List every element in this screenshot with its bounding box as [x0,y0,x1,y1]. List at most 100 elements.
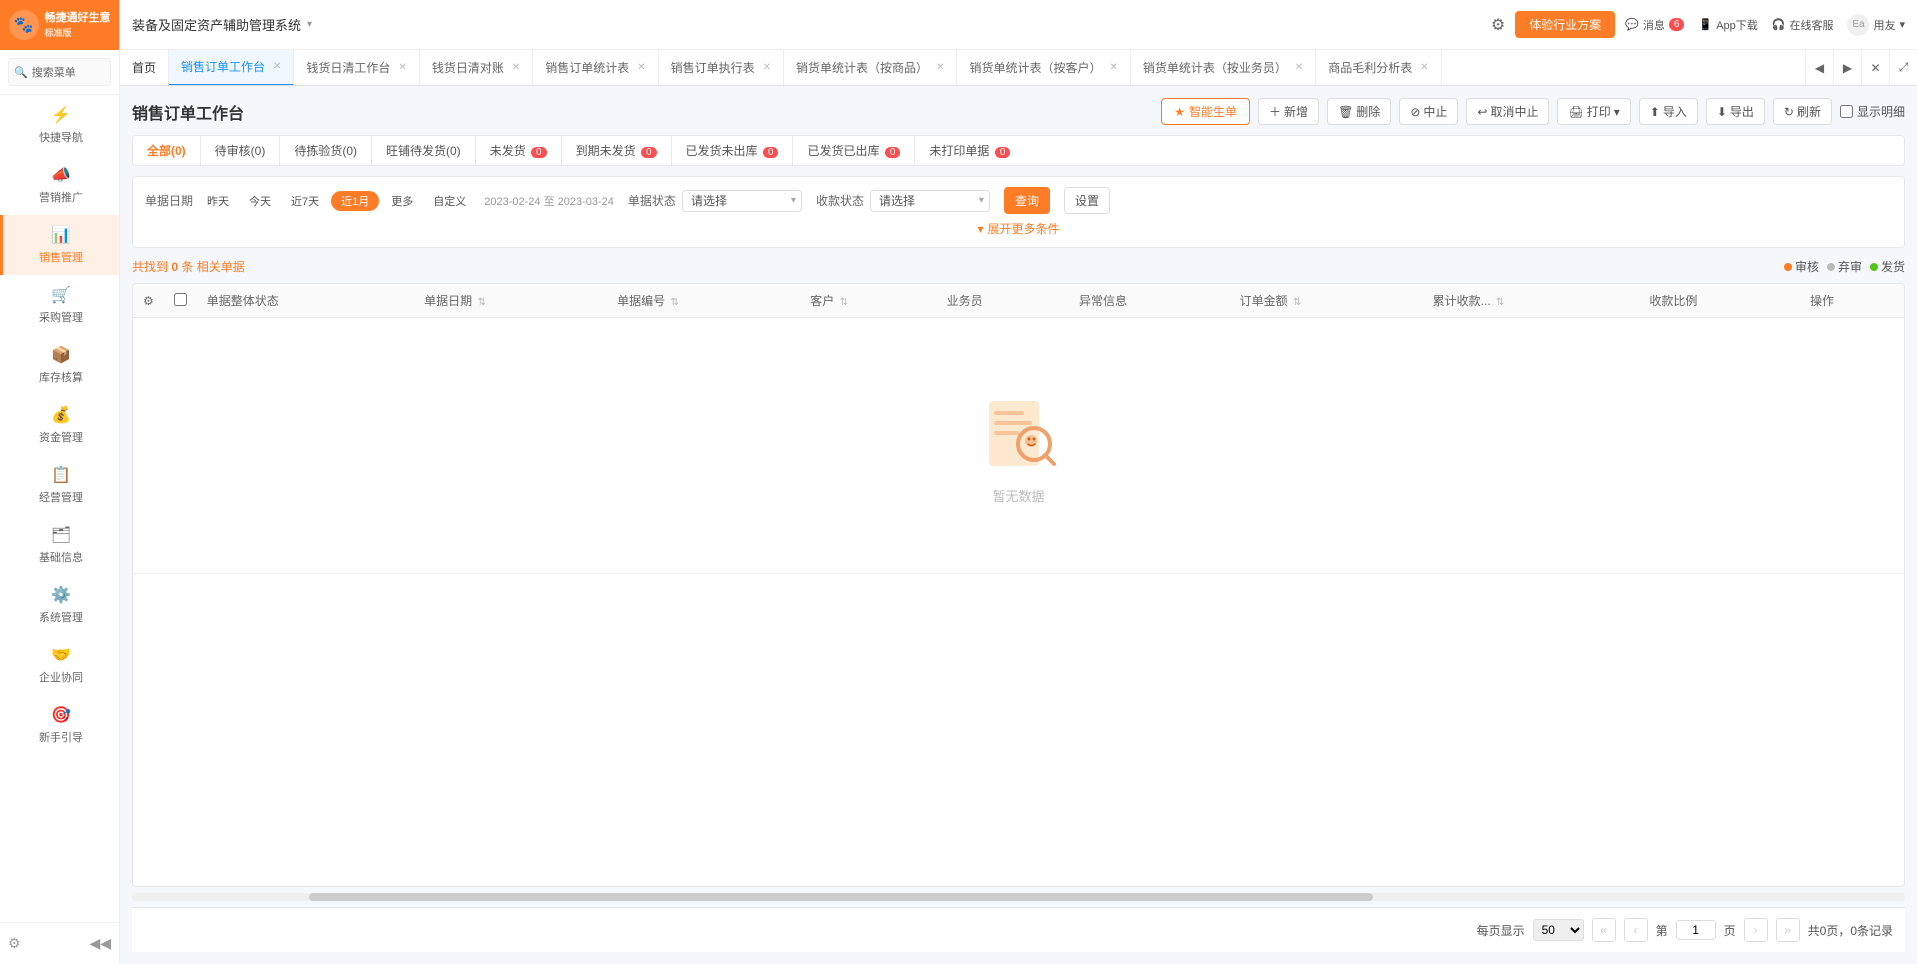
tab-sales-stats[interactable]: 销售订单统计表 ✕ [533,50,658,86]
subtab-expired-not-shipped[interactable]: 到期未发货 0 [562,136,672,165]
tab-sales-summary-staff[interactable]: 销货单统计表（按业务员） ✕ [1131,50,1316,86]
horizontal-scrollbar[interactable] [132,893,1905,901]
subtab-pending-inspect[interactable]: 待拣验货(0) [280,136,372,165]
prev-page-button[interactable]: ‹ [1624,918,1648,942]
th-amount[interactable]: 订单金额 ⇅ [1230,284,1423,318]
print-button[interactable]: 🖨 打印 ▾ [1557,98,1630,125]
tab-sales-exec[interactable]: 销售订单执行表 ✕ [659,50,784,86]
per-page-select[interactable]: 50 100 200 [1533,919,1584,941]
tab-prev-button[interactable]: ◀ [1805,50,1833,86]
tab-close-icon[interactable]: ✕ [1295,62,1303,73]
ship-dot-icon [1870,263,1878,271]
column-settings-icon[interactable]: ⚙ [143,294,154,308]
tab-sales-summary-product[interactable]: 销货单统计表（按商品） ✕ [784,50,957,86]
number-sort-icon: ⇅ [671,297,679,308]
th-number[interactable]: 单据编号 ⇅ [607,284,800,318]
date-1month-btn[interactable]: 近1月 [331,191,379,211]
sidebar-item-basic[interactable]: 🗂 基础信息 [0,515,119,575]
user-menu-button[interactable]: Ea 用友 ▾ [1847,14,1905,36]
sidebar-settings-icon[interactable]: ⚙ [8,935,21,952]
subtab-wangpu-pending[interactable]: 旺铺待发货(0) [372,136,476,165]
date-today-btn[interactable]: 今天 [241,191,279,211]
industry-solution-button[interactable]: 体验行业方案 [1515,11,1615,38]
sidebar-item-label: 采购管理 [39,309,83,325]
last-page-button[interactable]: » [1776,918,1800,942]
sidebar-item-sales[interactable]: 📊 销售管理 [0,215,119,275]
refresh-button[interactable]: ↻ 刷新 [1773,98,1832,125]
stop-button[interactable]: ⊘ 中止 [1399,98,1458,125]
import-button[interactable]: ⬆ 导入 [1639,98,1698,125]
subtab-all[interactable]: 全部(0) [133,136,201,165]
tab-home[interactable]: 首页 [120,50,169,86]
ship-button[interactable]: 发货 [1870,258,1905,275]
tab-close-icon[interactable]: ✕ [1109,62,1117,73]
online-service-button[interactable]: 🎧 在线客服 [1772,17,1834,33]
delete-button[interactable]: 🗑 删除 [1327,98,1391,125]
subtab-not-printed[interactable]: 未打印单据 0 [915,136,1024,165]
tab-close-icon[interactable]: ✕ [763,62,771,73]
select-all-checkbox[interactable] [174,293,187,306]
filter-settings-button[interactable]: 设置 [1064,187,1110,214]
th-received[interactable]: 累计收款... ⇅ [1423,284,1640,318]
tab-sales-order-workbench[interactable]: 销售订单工作台 ✕ [169,50,294,86]
show-detail-checkbox-label[interactable]: 显示明细 [1840,103,1905,120]
subtab-not-shipped[interactable]: 未发货 0 [476,136,562,165]
page-header: 销售订单工作台 ★ 智能生单 ＋ 新增 🗑 删除 ⊘ 中止 [132,98,1905,125]
th-checkbox[interactable] [164,284,197,318]
th-customer[interactable]: 客户 ⇅ [800,284,936,318]
sidebar-item-operation[interactable]: 📋 经营管理 [0,455,119,515]
tab-cash-daily[interactable]: 钱货日清工作台 ✕ [294,50,419,86]
smart-create-button[interactable]: ★ 智能生单 [1161,98,1250,125]
page-input[interactable] [1676,920,1716,940]
tab-maximize-button[interactable]: ⤢ [1889,50,1917,86]
tab-close-icon[interactable]: ✕ [398,62,406,73]
date-yesterday-btn[interactable]: 昨天 [199,191,237,211]
tab-close-icon[interactable]: ✕ [936,62,944,73]
sidebar-item-enterprise[interactable]: 🤝 企业协同 [0,635,119,695]
tab-close-icon[interactable]: ✕ [273,61,281,72]
tab-cash-reconcile[interactable]: 钱货日清对账 ✕ [420,50,533,86]
messages-button[interactable]: 💬 消息 6 [1625,17,1684,33]
th-date[interactable]: 单据日期 ⇅ [414,284,607,318]
sidebar-item-purchase[interactable]: 🛒 采购管理 [0,275,119,335]
tab-close-icon[interactable]: ✕ [637,62,645,73]
sidebar-item-finance[interactable]: 💰 资金管理 [0,395,119,455]
topbar-settings-icon[interactable]: ⚙ [1491,15,1505,35]
add-button[interactable]: ＋ 新增 [1258,98,1319,125]
sidebar-item-marketing[interactable]: 📣 营销推广 [0,155,119,215]
tab-sales-summary-customer[interactable]: 销货单统计表（按客户） ✕ [957,50,1130,86]
expand-filter-button[interactable]: ▾ 展开更多条件 [145,220,1892,237]
payment-select[interactable]: 请选择 [870,190,990,212]
tab-product-margin[interactable]: 商品毛利分析表 ✕ [1316,50,1441,86]
status-select[interactable]: 请选择 [682,190,802,212]
tab-close-icon[interactable]: ✕ [1420,62,1428,73]
show-detail-checkbox[interactable] [1840,105,1853,118]
cancel-stop-button[interactable]: ↩ 取消中止 [1466,98,1549,125]
subtab-shipped-out[interactable]: 已发货已出库 0 [793,136,915,165]
unaudit-button[interactable]: 弃审 [1827,258,1862,275]
th-settings[interactable]: ⚙ [133,284,164,318]
search-label: 搜索菜单 [32,64,76,80]
tab-next-button[interactable]: ▶ [1833,50,1861,86]
sidebar-item-inventory[interactable]: 📦 库存核算 [0,335,119,395]
search-menu-button[interactable]: 🔍 搜索菜单 [8,58,111,86]
first-page-button[interactable]: « [1592,918,1616,942]
sidebar-collapse-icon[interactable]: ◀◀ [89,935,111,952]
date-more-btn[interactable]: 更多 [383,191,421,211]
subtab-shipped-not-out[interactable]: 已发货未出库 0 [672,136,794,165]
date-7days-btn[interactable]: 近7天 [283,191,327,211]
tab-close-icon[interactable]: ✕ [512,62,520,73]
date-custom-btn[interactable]: 自定义 [425,191,474,211]
tab-close-all-button[interactable]: ✕ [1861,50,1889,86]
sidebar-item-system[interactable]: ⚙️ 系统管理 [0,575,119,635]
app-download-button[interactable]: 📱 App下载 [1698,17,1757,33]
sidebar-item-guide[interactable]: 🎯 新手引导 [0,695,119,755]
audit-button[interactable]: 审核 [1784,258,1819,275]
next-page-button[interactable]: › [1744,918,1768,942]
query-button[interactable]: 查询 [1004,187,1050,214]
th-ratio: 收款比例 [1639,284,1800,318]
enterprise-icon: 🤝 [51,645,71,665]
sidebar-item-quick-nav[interactable]: ⚡ 快捷导航 [0,95,119,155]
subtab-pending-review[interactable]: 待审核(0) [201,136,281,165]
export-button[interactable]: ⬇ 导出 [1706,98,1765,125]
